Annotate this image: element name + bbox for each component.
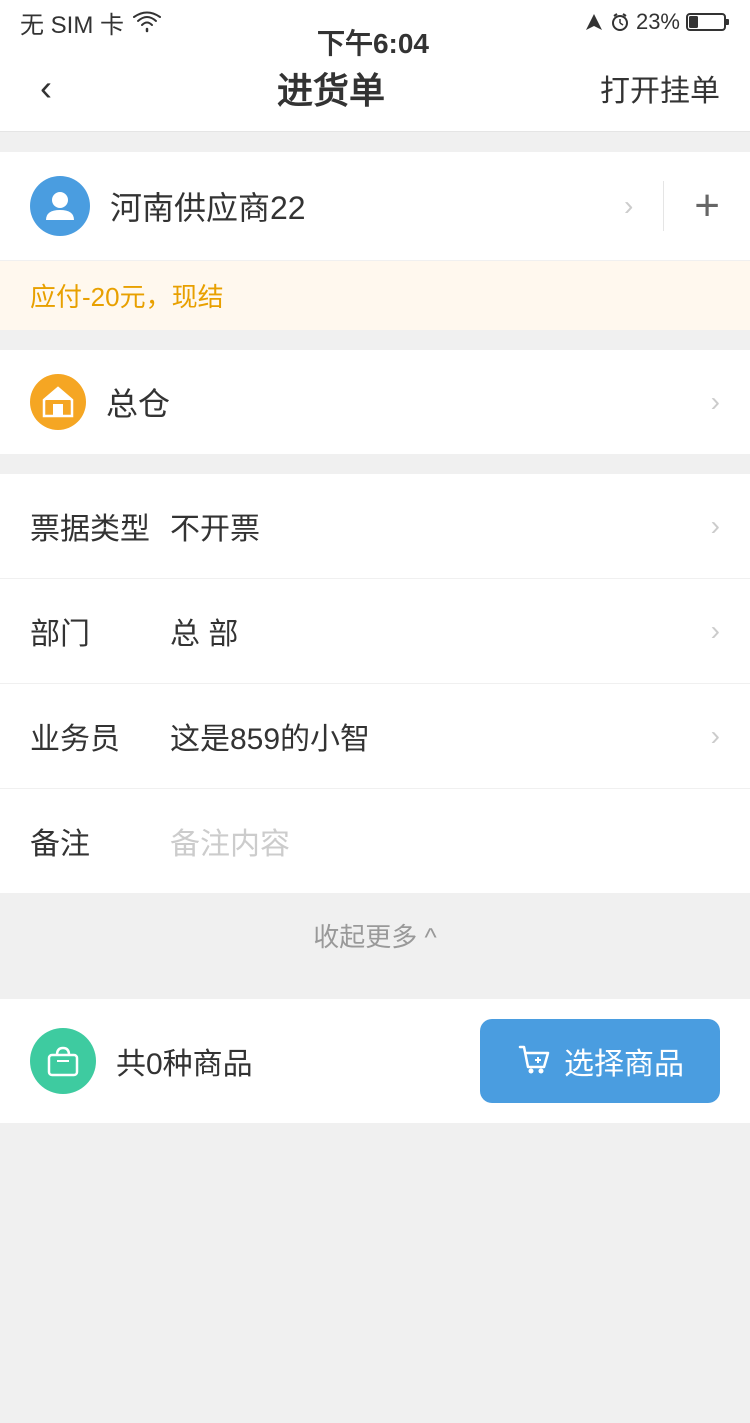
department-label: 部门 [30, 609, 150, 653]
status-bar: 无 SIM 卡 下午6:04 23% [0, 0, 750, 44]
empty-area [0, 1123, 750, 1423]
open-pending-button[interactable]: 打开挂单 [600, 66, 720, 110]
alarm-icon [610, 12, 630, 32]
product-count: 共0种商品 [116, 1039, 460, 1083]
battery-icon [686, 11, 730, 33]
supplier-chevron: › [624, 190, 633, 222]
salesperson-value: 这是859的小智 [150, 714, 711, 758]
remark-placeholder[interactable]: 备注内容 [150, 819, 720, 863]
location-icon [584, 12, 604, 32]
back-button[interactable]: ‹ [30, 57, 62, 119]
department-chevron: › [711, 615, 720, 647]
invoice-type-row[interactable]: 票据类型 不开票 › [0, 474, 750, 579]
bottom-bar: 共0种商品 选择商品 [0, 998, 750, 1123]
supplier-actions: › + [624, 181, 720, 231]
section-gap-2 [0, 330, 750, 350]
invoice-type-label: 票据类型 [30, 504, 150, 548]
invoice-type-value: 不开票 [150, 504, 711, 548]
warehouse-icon-wrap [30, 374, 86, 430]
section-gap-1 [0, 132, 750, 152]
salesperson-row[interactable]: 业务员 这是859的小智 › [0, 684, 750, 789]
warehouse-row[interactable]: 总仓 › [0, 350, 750, 454]
status-right: 23% [584, 9, 730, 35]
cart-icon [516, 1043, 552, 1079]
wifi-icon [132, 11, 162, 33]
person-icon [42, 188, 78, 224]
supplier-name: 河南供应商22 [110, 183, 624, 229]
section-gap-4 [0, 978, 750, 998]
divider [663, 181, 664, 231]
status-carrier: 无 SIM 卡 [20, 5, 162, 40]
salesperson-label: 业务员 [30, 714, 150, 758]
carrier-text: 无 SIM 卡 [20, 5, 124, 40]
battery-text: 23% [636, 9, 680, 35]
product-icon [43, 1041, 83, 1081]
department-value: 总 部 [150, 609, 711, 653]
status-time: 下午6:04 [317, 22, 429, 62]
invoice-type-chevron: › [711, 510, 720, 542]
select-product-label: 选择商品 [564, 1039, 684, 1083]
section-gap-3 [0, 454, 750, 474]
select-product-button[interactable]: 选择商品 [480, 1019, 720, 1103]
form-section: 票据类型 不开票 › 部门 总 部 › 业务员 这是859的小智 › 备注 备注… [0, 474, 750, 893]
remark-row[interactable]: 备注 备注内容 [0, 789, 750, 893]
department-row[interactable]: 部门 总 部 › [0, 579, 750, 684]
salesperson-chevron: › [711, 720, 720, 752]
house-icon [40, 384, 76, 420]
add-supplier-button[interactable]: + [694, 184, 720, 228]
warehouse-chevron: › [711, 386, 720, 418]
collapse-label: 收起更多 ^ [313, 917, 436, 954]
warehouse-section[interactable]: 总仓 › [0, 350, 750, 454]
notice-text: 应付-20元，现结 [30, 282, 224, 312]
supplier-avatar [30, 176, 90, 236]
collapse-row[interactable]: 收起更多 ^ [0, 893, 750, 978]
notice-banner: 应付-20元，现结 [0, 261, 750, 330]
warehouse-name: 总仓 [106, 379, 711, 425]
page-title: 进货单 [277, 62, 385, 114]
supplier-section: 河南供应商22 › + 应付-20元，现结 [0, 152, 750, 330]
supplier-row[interactable]: 河南供应商22 › + [0, 152, 750, 261]
product-icon-wrap [30, 1028, 96, 1094]
remark-label: 备注 [30, 819, 150, 863]
